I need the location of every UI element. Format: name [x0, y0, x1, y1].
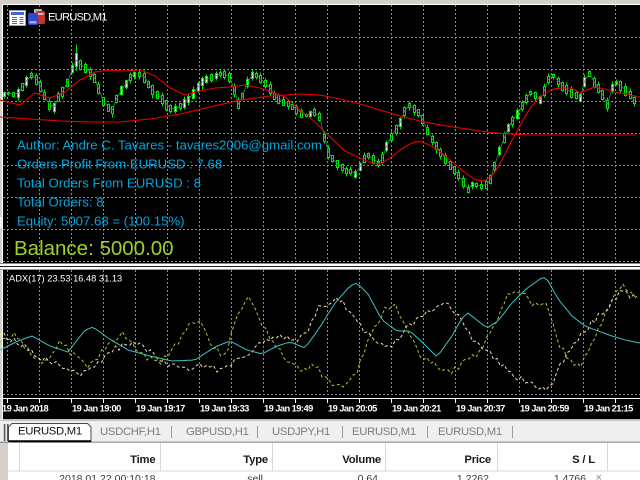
svg-text:Balance: 5000.00: Balance: 5000.00	[14, 237, 174, 260]
svg-text:19 Jan 2018: 19 Jan 2018	[2, 404, 49, 414]
svg-text:GBPUSD,H1: GBPUSD,H1	[186, 426, 249, 438]
svg-text:1.2262: 1.2262	[457, 473, 489, 480]
svg-text:Volume: Volume	[342, 454, 381, 466]
svg-text:0.64: 0.64	[358, 473, 379, 480]
svg-text:19 Jan 21:15: 19 Jan 21:15	[584, 404, 633, 414]
svg-text:Author: Andre C. Tavares - tav: Author: Andre C. Tavares - tavares2006@g…	[17, 138, 322, 153]
svg-text:ADX(17) 23.53 16.48 31.13: ADX(17) 23.53 16.48 31.13	[9, 274, 122, 284]
svg-text:S / L: S / L	[572, 454, 595, 466]
svg-text:19 Jan 19:49: 19 Jan 19:49	[264, 404, 313, 414]
svg-text:Total Orders: 8: Total Orders: 8	[17, 195, 103, 210]
svg-text:EURUSD,M1: EURUSD,M1	[438, 426, 502, 438]
svg-text:EURUSD,M1: EURUSD,M1	[352, 426, 416, 438]
svg-text:×: ×	[596, 472, 602, 480]
svg-text:Time: Time	[130, 454, 155, 466]
svg-text:Price: Price	[464, 454, 491, 466]
svg-text:19 Jan 20:21: 19 Jan 20:21	[392, 404, 441, 414]
svg-text:sell: sell	[247, 473, 263, 480]
svg-text:Type: Type	[243, 454, 268, 466]
svg-text:Total Orders From EURUSD : 8: Total Orders From EURUSD : 8	[17, 176, 201, 191]
svg-text:19 Jan 19:33: 19 Jan 19:33	[200, 404, 249, 414]
svg-text:EURUSD,M1: EURUSD,M1	[18, 426, 82, 438]
svg-text:EURUSD,M1: EURUSD,M1	[48, 12, 107, 24]
svg-text:USDJPY,H1: USDJPY,H1	[272, 426, 330, 438]
svg-text:Equity: 5007.68 = (100.15%): Equity: 5007.68 = (100.15%)	[17, 214, 185, 229]
svg-text:19 Jan 20:37: 19 Jan 20:37	[456, 404, 505, 414]
svg-text:Orders Profit From EURUSD : 7.: Orders Profit From EURUSD : 7.68	[17, 157, 222, 172]
svg-text:1.4766: 1.4766	[554, 473, 586, 480]
svg-text:2018.01.22 00:10:18: 2018.01.22 00:10:18	[59, 473, 156, 480]
svg-text:19 Jan 20:59: 19 Jan 20:59	[520, 404, 569, 414]
svg-text:19 Jan 19:17: 19 Jan 19:17	[136, 404, 185, 414]
svg-text:USDCHF,H1: USDCHF,H1	[100, 426, 161, 438]
svg-text:19 Jan 20:05: 19 Jan 20:05	[328, 404, 377, 414]
svg-text:19 Jan 19:00: 19 Jan 19:00	[72, 404, 121, 414]
